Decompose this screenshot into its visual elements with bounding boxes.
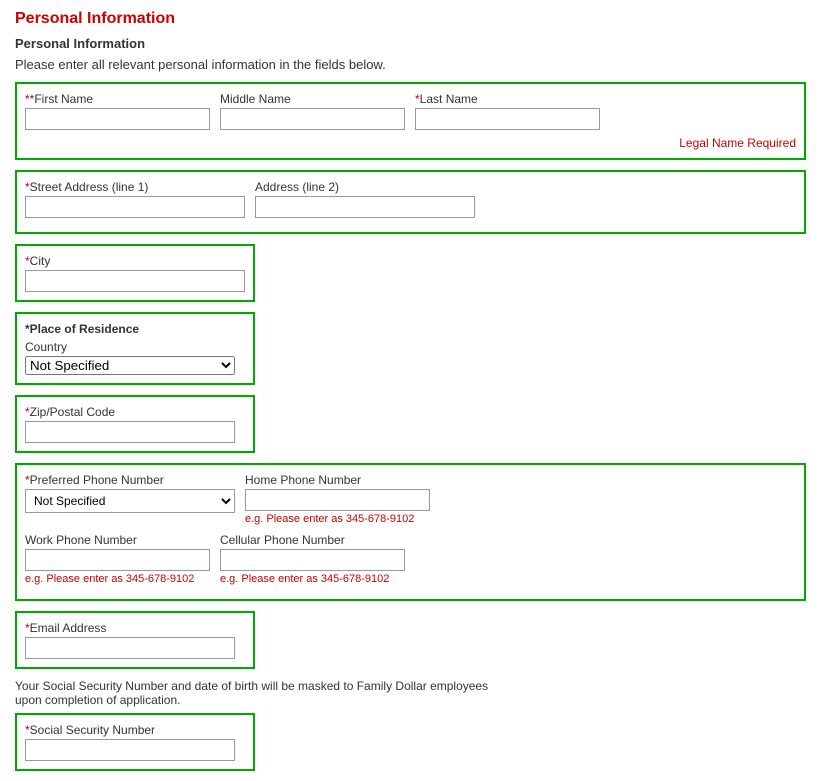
- country-label: Country: [25, 340, 245, 354]
- city-group: *City: [25, 254, 245, 292]
- ssn-section: *Social Security Number: [15, 713, 255, 771]
- ssn-note: Your Social Security Number and date of …: [15, 679, 515, 707]
- ssn-label: *Social Security Number: [25, 723, 245, 737]
- first-name-group: **First Name: [25, 92, 210, 130]
- last-name-input[interactable]: [415, 108, 600, 130]
- middle-name-input[interactable]: [220, 108, 405, 130]
- address-section: *Street Address (line 1) Address (line 2…: [15, 170, 806, 234]
- work-phone-label: Work Phone Number: [25, 533, 210, 547]
- last-name-label: *Last Name: [415, 92, 600, 106]
- zip-input[interactable]: [25, 421, 235, 443]
- section-title: Personal Information: [15, 36, 806, 51]
- intro-text: Please enter all relevant personal infor…: [15, 57, 806, 72]
- work-phone-group: Work Phone Number e.g. Please enter as 3…: [25, 533, 210, 585]
- email-group: *Email Address: [25, 621, 245, 659]
- phone-section: *Preferred Phone Number Not Specified Ho…: [15, 463, 806, 601]
- last-name-group: *Last Name: [415, 92, 600, 130]
- first-name-input[interactable]: [25, 108, 210, 130]
- name-section: **First Name Middle Name *Last Name Lega…: [15, 82, 806, 160]
- preferred-phone-group: *Preferred Phone Number Not Specified Ho…: [25, 473, 235, 525]
- work-phone-hint: e.g. Please enter as 345-678-9102: [25, 573, 210, 585]
- preferred-phone-label: *Preferred Phone Number: [25, 473, 235, 487]
- zip-group: *Zip/Postal Code: [25, 405, 245, 443]
- residence-label: *Place of Residence: [25, 322, 245, 336]
- email-section: *Email Address: [15, 611, 255, 669]
- city-input[interactable]: [25, 270, 245, 292]
- home-phone-hint: e.g. Please enter as 345-678-9102: [245, 513, 430, 525]
- zip-section: *Zip/Postal Code: [15, 395, 255, 453]
- city-section: *City: [15, 244, 255, 302]
- street-label: *Street Address (line 1): [25, 180, 245, 194]
- email-label: *Email Address: [25, 621, 245, 635]
- country-select[interactable]: Not Specified United States Canada Other: [25, 356, 235, 375]
- addr2-input[interactable]: [255, 196, 475, 218]
- addr2-label: Address (line 2): [255, 180, 475, 194]
- residence-section: *Place of Residence Country Not Specifie…: [15, 312, 255, 385]
- page-title: Personal Information: [15, 10, 806, 28]
- home-phone-label: Home Phone Number: [245, 473, 430, 487]
- ssn-group: *Social Security Number: [25, 723, 245, 761]
- city-label: *City: [25, 254, 245, 268]
- cellular-phone-group: Cellular Phone Number e.g. Please enter …: [220, 533, 405, 585]
- street-input[interactable]: [25, 196, 245, 218]
- home-phone-group: Home Phone Number e.g. Please enter as 3…: [245, 473, 430, 525]
- cellular-label: Cellular Phone Number: [220, 533, 405, 547]
- preferred-phone-select[interactable]: Not Specified Home Phone Work Phone Cell…: [25, 489, 235, 513]
- addr2-group: Address (line 2): [255, 180, 475, 218]
- zip-label: *Zip/Postal Code: [25, 405, 245, 419]
- ssn-input[interactable]: [25, 739, 235, 761]
- cellular-input[interactable]: [220, 549, 405, 571]
- legal-name-message: Legal Name Required: [25, 136, 796, 150]
- home-phone-input[interactable]: [245, 489, 430, 511]
- middle-name-label: Middle Name: [220, 92, 405, 106]
- middle-name-group: Middle Name: [220, 92, 405, 130]
- first-name-label: **First Name: [25, 92, 210, 106]
- street-group: *Street Address (line 1): [25, 180, 245, 218]
- cellular-hint: e.g. Please enter as 345-678-9102: [220, 573, 405, 585]
- work-phone-input[interactable]: [25, 549, 210, 571]
- email-input[interactable]: [25, 637, 235, 659]
